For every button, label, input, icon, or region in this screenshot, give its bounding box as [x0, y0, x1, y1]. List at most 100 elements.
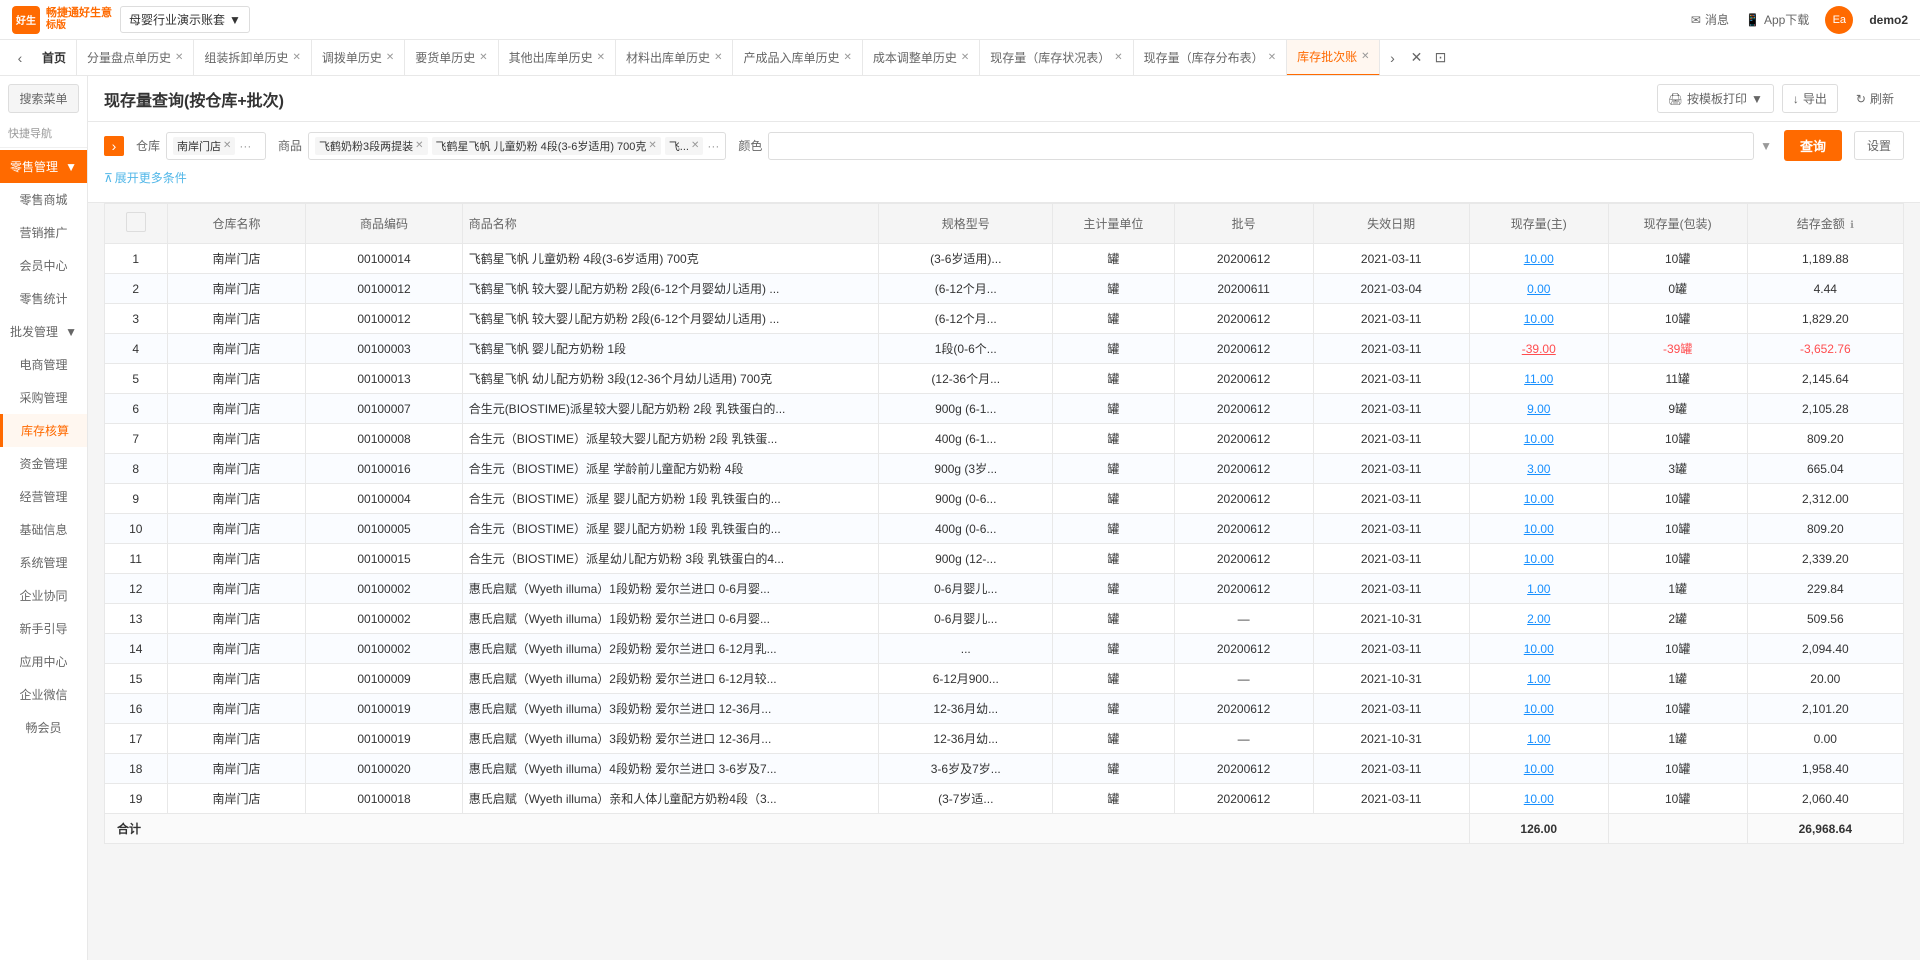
- select-all-checkbox[interactable]: [126, 212, 146, 232]
- tab-home[interactable]: 首页: [32, 40, 77, 76]
- message-icon: ✉: [1691, 13, 1701, 27]
- tab-fenliang-close[interactable]: ✕: [175, 52, 183, 63]
- cell-unit: 罐: [1053, 724, 1175, 754]
- cell-amount: 2,060.40: [1747, 784, 1903, 814]
- export-btn[interactable]: ↓ 导出: [1782, 84, 1838, 113]
- tab-yaohuo-close[interactable]: ✕: [479, 52, 487, 63]
- account-dropdown[interactable]: 母婴行业演示账套 ▼: [120, 6, 250, 33]
- cell-spec: 6-12月900...: [879, 664, 1053, 694]
- tab-cailiao-close[interactable]: ✕: [714, 52, 722, 63]
- tab-batch-close[interactable]: ✕: [1361, 51, 1369, 62]
- expand-toggle-btn[interactable]: ›: [104, 136, 124, 156]
- sidebar-item-purchase[interactable]: 采购管理: [0, 381, 87, 414]
- sidebar-item-basics[interactable]: 基础信息: [0, 513, 87, 546]
- tab-zuzhuang[interactable]: 组装拆卸单历史 ✕: [194, 40, 311, 76]
- app-download-btn[interactable]: 📱 App下载: [1745, 11, 1809, 28]
- col-header-stock-pkg: 现存量(包装): [1608, 204, 1747, 244]
- sidebar-item-system[interactable]: 系统管理: [0, 546, 87, 579]
- sidebar-item-wecom[interactable]: 企业微信: [0, 678, 87, 711]
- cell-stock-pkg: 10罐: [1608, 304, 1747, 334]
- refresh-btn[interactable]: ↻ 刷新: [1846, 85, 1904, 112]
- table-row: 10 南岸门店 00100005 合生元（BIOSTIME）派星 婴儿配方奶粉 …: [105, 514, 1904, 544]
- search-menu-btn[interactable]: 搜索菜单: [8, 84, 79, 113]
- product-tag-2-close[interactable]: ✕: [648, 140, 656, 151]
- cell-index: 4: [105, 334, 168, 364]
- sidebar: 搜索菜单 快捷导航 零售管理 ▼ 零售商城 营销推广 会员中心 零售统计 批发管…: [0, 76, 88, 960]
- tab-cailiao[interactable]: 材料出库单历史 ✕: [616, 40, 733, 76]
- user-avatar[interactable]: Ea: [1825, 6, 1853, 34]
- tab-cost-adj-close[interactable]: ✕: [961, 52, 969, 63]
- product-more-icon[interactable]: ···: [707, 139, 719, 153]
- expand-more-btn[interactable]: ⊼ 展开更多条件: [104, 165, 1904, 190]
- sidebar-item-guide[interactable]: 新手引导: [0, 612, 87, 645]
- product-tag-1-close[interactable]: ✕: [415, 140, 423, 151]
- tab-stock-status[interactable]: 现存量（库存状况表） ✕: [980, 40, 1133, 76]
- tab-stock-status-close[interactable]: ✕: [1114, 52, 1122, 63]
- cell-expire: 2021-03-11: [1313, 394, 1469, 424]
- col-header-code: 商品编码: [306, 204, 462, 244]
- sidebar-apps-label: 应用中心: [19, 653, 67, 670]
- tab-cost-adj[interactable]: 成本调整单历史 ✕: [863, 40, 980, 76]
- product-tag-3-close[interactable]: ✕: [691, 140, 699, 151]
- tab-fenliang[interactable]: 分量盘点单历史 ✕: [77, 40, 194, 76]
- table-container[interactable]: 仓库名称 商品编码 商品名称 规格型号 主计量单位 批号 失效日期 现存量(主)…: [88, 203, 1920, 960]
- cell-name: 飞鹤星飞帆 儿童奶粉 4段(3-6岁适用) 700克: [462, 244, 879, 274]
- cell-name: 惠氏启赋（Wyeth illuma）3段奶粉 爱尔兰进口 12-36月...: [462, 724, 879, 754]
- sidebar-item-inventory[interactable]: 库存核算: [0, 414, 87, 447]
- tab-stock-dist[interactable]: 现存量（库存分布表） ✕: [1134, 40, 1287, 76]
- warehouse-filter: 仓库 南岸门店 ✕ ···: [136, 132, 266, 160]
- color-input[interactable]: [768, 132, 1754, 160]
- filter-area: › 仓库 南岸门店 ✕ ··· 商品: [88, 122, 1920, 203]
- tab-close-all-btn[interactable]: ✕: [1404, 40, 1428, 76]
- sidebar-collab-label: 企业协同: [19, 587, 67, 604]
- cell-amount: -3,652.76: [1747, 334, 1903, 364]
- cell-code: 00100012: [306, 304, 462, 334]
- sidebar-item-apps[interactable]: 应用中心: [0, 645, 87, 678]
- amount-info-icon[interactable]: ℹ: [1850, 220, 1854, 231]
- query-btn[interactable]: 查询: [1784, 130, 1842, 161]
- sidebar-item-wholesale[interactable]: 批发管理 ▼: [0, 315, 87, 348]
- tab-chengpin-close[interactable]: ✕: [843, 52, 851, 63]
- tab-next-btn[interactable]: ›: [1380, 40, 1404, 76]
- cell-index: 10: [105, 514, 168, 544]
- sidebar-item-marketing[interactable]: 营销推广: [0, 216, 87, 249]
- sidebar-item-retail-shop[interactable]: 零售商城: [0, 183, 87, 216]
- table-row: 11 南岸门店 00100015 合生元（BIOSTIME）派星幼儿配方奶粉 3…: [105, 544, 1904, 574]
- sidebar-guide-label: 新手引导: [19, 620, 67, 637]
- tab-batch-active[interactable]: 库存批次账 ✕: [1287, 40, 1380, 76]
- tab-stock-dist-label: 现存量（库存分布表）: [1144, 49, 1264, 66]
- tab-yaohuo[interactable]: 要货单历史 ✕: [405, 40, 498, 76]
- tab-maximize-btn[interactable]: ⊡: [1428, 40, 1452, 76]
- tab-stock-status-label: 现存量（库存状况表）: [990, 49, 1110, 66]
- sidebar-item-ecommerce[interactable]: 电商管理: [0, 348, 87, 381]
- logo-icon: 好生: [12, 6, 40, 34]
- setting-btn[interactable]: 设置: [1854, 131, 1904, 160]
- cell-warehouse: 南岸门店: [167, 604, 306, 634]
- tab-zuzhuang-close[interactable]: ✕: [292, 52, 300, 63]
- tab-prev-btn[interactable]: ‹: [8, 40, 32, 76]
- color-arrow-icon[interactable]: ▼: [1760, 139, 1772, 153]
- tab-diaob-close[interactable]: ✕: [386, 52, 394, 63]
- cell-spec: 1段(0-6个...: [879, 334, 1053, 364]
- tab-qita-chu[interactable]: 其他出库单历史 ✕: [499, 40, 616, 76]
- tab-qita-chu-close[interactable]: ✕: [597, 52, 605, 63]
- sidebar-item-member2[interactable]: 畅会员: [0, 711, 87, 744]
- tab-chengpin[interactable]: 产成品入库单历史 ✕: [733, 40, 862, 76]
- tab-stock-dist-close[interactable]: ✕: [1268, 52, 1276, 63]
- sidebar-item-member[interactable]: 会员中心: [0, 249, 87, 282]
- sidebar-item-retail-stats[interactable]: 零售统计: [0, 282, 87, 315]
- sidebar-item-operations[interactable]: 经营管理: [0, 480, 87, 513]
- tab-diaob[interactable]: 调拨单历史 ✕: [312, 40, 405, 76]
- product-tags[interactable]: 飞鹤奶粉3段两提装 ✕ 飞鹤星飞帆 儿童奶粉 4段(3-6岁适用) 700克 ✕…: [308, 132, 726, 160]
- sidebar-item-collab[interactable]: 企业协同: [0, 579, 87, 612]
- sidebar-item-retail-mgmt[interactable]: 零售管理 ▼: [0, 150, 87, 183]
- cell-spec: 12-36月幼...: [879, 694, 1053, 724]
- warehouse-tag-close[interactable]: ✕: [223, 140, 231, 151]
- tab-yaohuo-label: 要货单历史: [415, 49, 475, 66]
- warehouse-more-icon[interactable]: ···: [239, 139, 251, 153]
- warehouse-tags[interactable]: 南岸门店 ✕ ···: [166, 132, 266, 160]
- sidebar-item-finance[interactable]: 资金管理: [0, 447, 87, 480]
- message-btn[interactable]: ✉ 消息: [1691, 11, 1729, 28]
- print-btn[interactable]: 🖨 按模板打印 ▼: [1657, 84, 1774, 113]
- print-icon: 🖨: [1668, 92, 1683, 106]
